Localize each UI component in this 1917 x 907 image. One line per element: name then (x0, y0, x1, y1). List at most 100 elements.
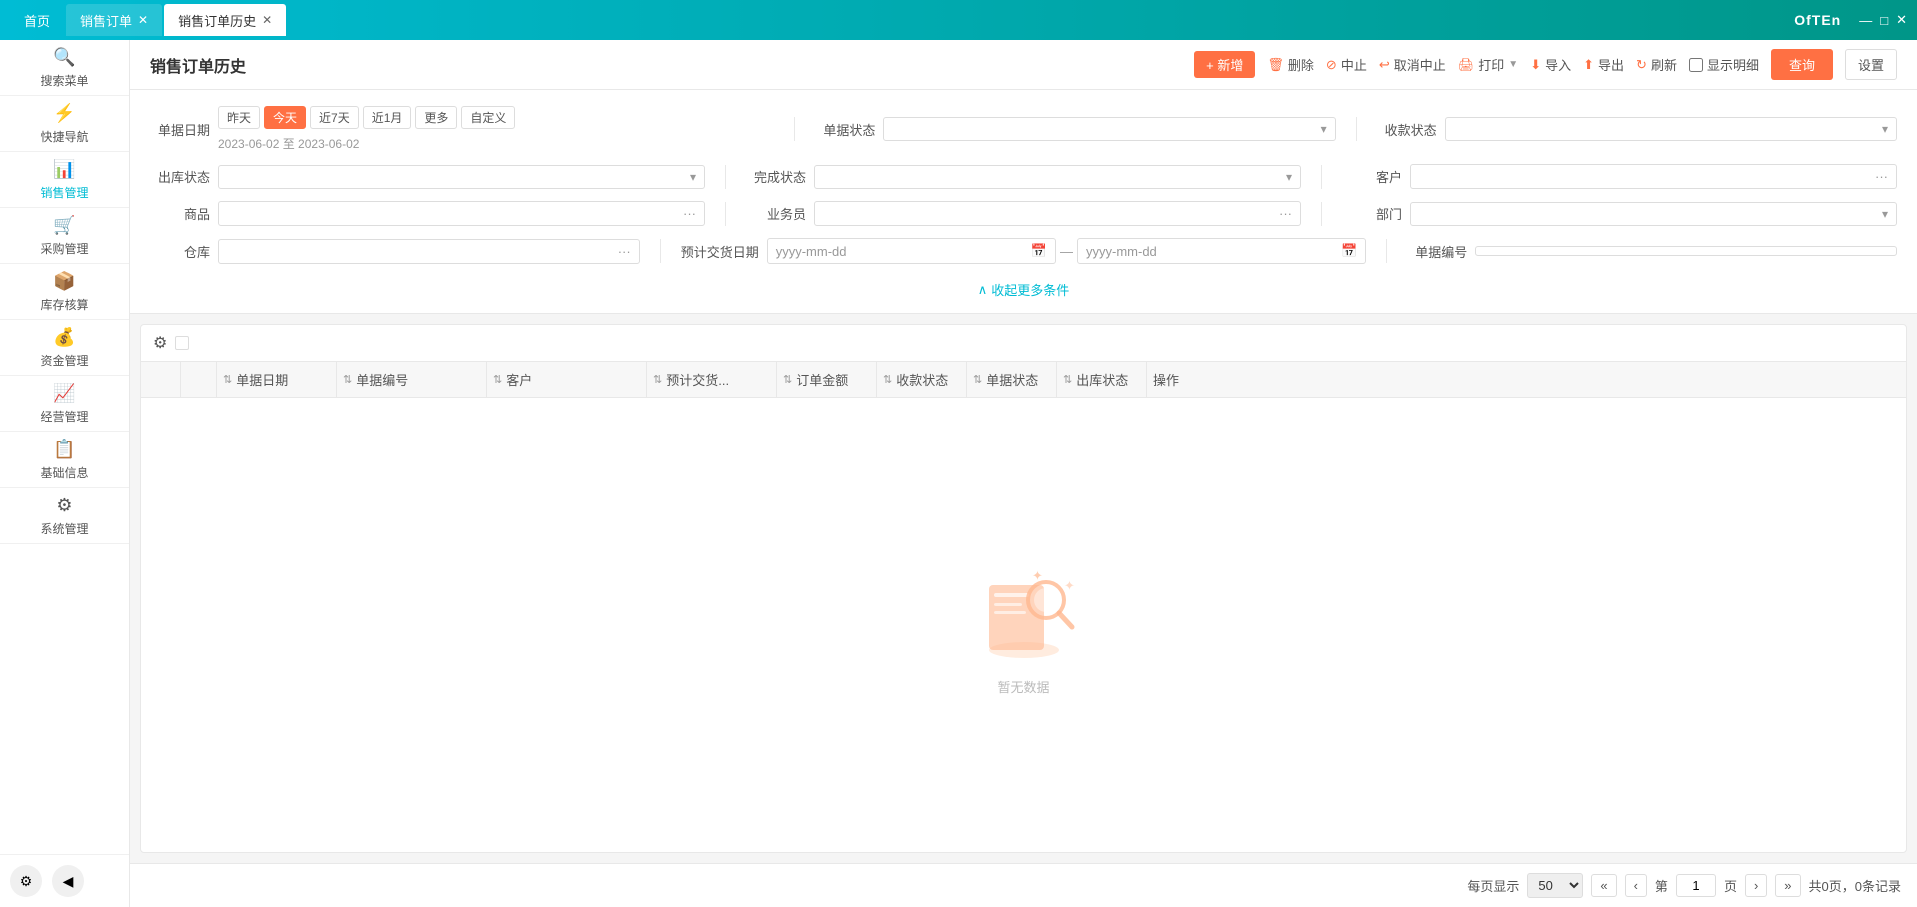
th-action-label: 操作 (1153, 370, 1179, 389)
th-delivery-status[interactable]: ⇅ 出库状态 (1057, 362, 1147, 397)
display-detail-check[interactable] (1689, 58, 1703, 72)
customer-input[interactable]: ··· (1410, 164, 1897, 189)
delete-icon: 🗑 (1267, 57, 1284, 73)
order-number-input[interactable] (1475, 246, 1897, 256)
close-sales-order-tab-icon[interactable]: ✕ (138, 13, 148, 27)
filter-order-status: 单据状态 ▾ (815, 117, 1335, 141)
operations-icon: 📈 (53, 383, 75, 404)
window-close-icon[interactable]: ✕ (1896, 12, 1907, 28)
sidebar-item-finance[interactable]: 💰 资金管理 (0, 320, 129, 376)
import-button[interactable]: ⬇ 导入 (1530, 55, 1571, 74)
quick-nav-icon: ⚡ (53, 103, 75, 124)
sidebar-item-basic-info[interactable]: 📋 基础信息 (0, 432, 129, 488)
filter-payment-status: 收款状态 ▾ (1377, 117, 1897, 141)
more-btn[interactable]: 更多 (415, 106, 457, 129)
separator-3 (725, 165, 726, 189)
filter-salesperson: 业务员 ··· (746, 201, 1301, 226)
separator-4 (1321, 165, 1322, 189)
page-input[interactable] (1676, 874, 1716, 897)
maximize-icon[interactable]: □ (1880, 13, 1888, 28)
sidebar-item-quick-nav[interactable]: ⚡ 快捷导航 (0, 96, 129, 152)
tab-sales-order-history[interactable]: 销售订单历史 ✕ (164, 4, 286, 36)
refresh-icon: ↻ (1636, 57, 1647, 73)
table-area: ⚙ ⇅ 单据日期 ⇅ 单据编号 ⇅ 客户 (140, 324, 1907, 853)
stop-button[interactable]: ⊘ 中止 (1326, 55, 1367, 74)
delivery-to-input[interactable]: yyyy-mm-dd 📅 (1077, 238, 1366, 264)
salesperson-input[interactable]: ··· (814, 201, 1301, 226)
customer-label: 客户 (1342, 167, 1402, 186)
department-select[interactable]: ▾ (1410, 202, 1897, 226)
th-delivery-date[interactable]: ⇅ 预计交货... (647, 362, 777, 397)
th-order-status[interactable]: ⇅ 单据状态 (967, 362, 1057, 397)
sidebar-item-search-menu[interactable]: 🔍 搜索菜单 (0, 40, 129, 96)
page-label: 第 (1655, 876, 1668, 895)
export-button[interactable]: ⬆ 导出 (1583, 55, 1624, 74)
filter-delivery-status: 出库状态 ▾ (150, 165, 705, 189)
collapse-row[interactable]: ∧ 收起更多条件 (150, 276, 1897, 303)
close-history-tab-icon[interactable]: ✕ (262, 13, 272, 27)
payment-status-arrow: ▾ (1882, 122, 1888, 136)
filter-department: 部门 ▾ (1342, 202, 1897, 226)
th-number[interactable]: ⇅ 单据编号 (337, 362, 487, 397)
next-page-button[interactable]: › (1745, 874, 1767, 897)
yesterday-btn[interactable]: 昨天 (218, 106, 260, 129)
th-payment-status[interactable]: ⇅ 收款状态 (877, 362, 967, 397)
select-all-checkbox[interactable] (175, 336, 189, 350)
tab-sales-order[interactable]: 销售订单 ✕ (66, 4, 162, 36)
payment-status-select[interactable]: ▾ (1445, 117, 1897, 141)
refresh-button[interactable]: ↻ 刷新 (1636, 55, 1677, 74)
sidebar-label-purchase-mgmt: 采购管理 (40, 240, 88, 257)
tab-home[interactable]: 首页 (10, 4, 64, 36)
delivery-from-input[interactable]: yyyy-mm-dd 📅 (767, 238, 1056, 264)
sidebar-settings-button[interactable]: ⚙ (10, 865, 42, 897)
order-status-select[interactable]: ▾ (883, 117, 1335, 141)
sidebar-collapse-button[interactable]: ◀ (52, 865, 84, 897)
last1m-btn[interactable]: 近1月 (363, 106, 412, 129)
completion-status-select[interactable]: ▾ (814, 165, 1301, 189)
last-page-button[interactable]: » (1775, 874, 1800, 897)
delivery-status-select[interactable]: ▾ (218, 165, 705, 189)
delete-button[interactable]: 🗑 删除 (1267, 55, 1314, 74)
sales-mgmt-icon: 📊 (53, 159, 75, 180)
minimize-icon[interactable]: — (1859, 13, 1872, 28)
print-dropdown-icon: ▼ (1508, 59, 1518, 70)
table-settings-icon[interactable]: ⚙ (153, 333, 167, 353)
last7-btn[interactable]: 近7天 (310, 106, 359, 129)
stop-label: 中止 (1341, 55, 1367, 74)
calendar-to-icon[interactable]: 📅 (1341, 243, 1357, 259)
sort-icon-amount: ⇅ (783, 373, 792, 386)
prev-page-button[interactable]: ‹ (1625, 874, 1647, 897)
print-label: 打印 (1478, 55, 1504, 74)
cancel-stop-label: 取消中止 (1394, 55, 1446, 74)
sidebar-item-sales-mgmt[interactable]: 📊 销售管理 (0, 152, 129, 208)
th-date[interactable]: ⇅ 单据日期 (217, 362, 337, 397)
settings-button[interactable]: 设置 (1845, 49, 1897, 80)
product-input[interactable]: ··· (218, 201, 705, 226)
warehouse-input[interactable]: ··· (218, 239, 640, 264)
custom-btn[interactable]: 自定义 (461, 106, 515, 129)
first-page-button[interactable]: « (1591, 874, 1616, 897)
calendar-from-icon[interactable]: 📅 (1031, 243, 1047, 259)
tab-list: 首页 销售订单 ✕ 销售订单历史 ✕ (10, 4, 1794, 36)
sidebar-item-system-mgmt[interactable]: ⚙ 系统管理 (0, 488, 129, 544)
th-customer[interactable]: ⇅ 客户 (487, 362, 647, 397)
sidebar-item-inventory[interactable]: 📦 库存核算 (0, 264, 129, 320)
display-detail-checkbox[interactable]: 显示明细 (1689, 55, 1759, 74)
separator-8 (1386, 239, 1387, 263)
sidebar-item-operations[interactable]: 📈 经营管理 (0, 376, 129, 432)
add-button[interactable]: + 新增 (1194, 51, 1255, 78)
display-detail-label: 显示明细 (1707, 55, 1759, 74)
filter-customer: 客户 ··· (1342, 164, 1897, 189)
last-icon: » (1784, 878, 1791, 893)
filter-area: 单据日期 昨天 今天 近7天 近1月 更多 自定义 2023-06-02 (130, 90, 1917, 314)
th-amount[interactable]: ⇅ 订单金额 (777, 362, 877, 397)
finance-icon: 💰 (53, 327, 75, 348)
per-page-select[interactable]: 50 10 20 100 (1527, 873, 1583, 898)
sidebar-label-basic-info: 基础信息 (40, 464, 88, 481)
salesperson-dots: ··· (1279, 206, 1292, 221)
query-button[interactable]: 查询 (1771, 49, 1833, 80)
sidebar-item-purchase-mgmt[interactable]: 🛒 采购管理 (0, 208, 129, 264)
cancel-stop-button[interactable]: ↩ 取消中止 (1379, 55, 1446, 74)
today-btn[interactable]: 今天 (264, 106, 306, 129)
print-button[interactable]: 🖨 打印 ▼ (1458, 55, 1518, 74)
